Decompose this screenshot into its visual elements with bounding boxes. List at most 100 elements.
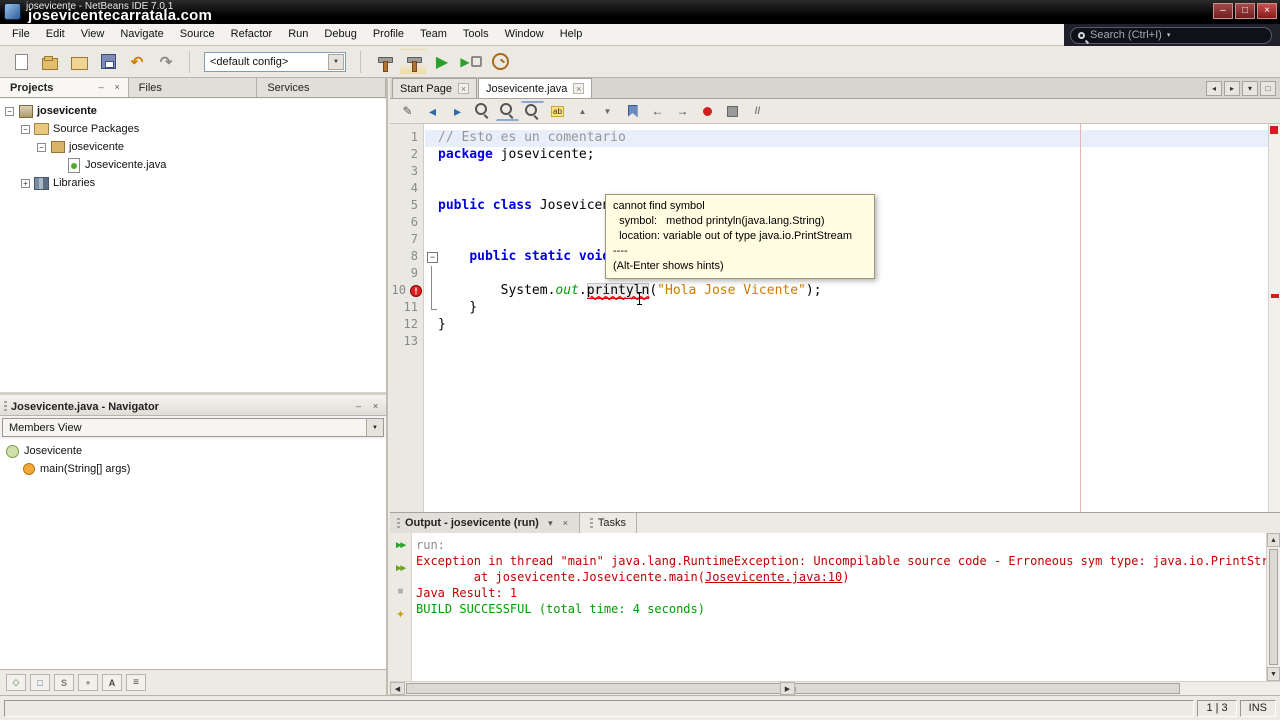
close-button[interactable]	[1257, 3, 1277, 19]
scroll-tabs-left-icon[interactable]	[1206, 81, 1222, 96]
find-previous-occurrence-button[interactable]	[521, 101, 544, 121]
profile-project-button[interactable]	[487, 49, 513, 75]
rerun-params-button[interactable]	[392, 560, 409, 576]
gutter-line[interactable]: 4	[390, 181, 423, 198]
stop-macro-recording-button[interactable]	[721, 101, 744, 121]
ant-settings-button[interactable]	[392, 606, 409, 622]
start-macro-recording-button[interactable]	[696, 101, 719, 121]
minimize-button[interactable]	[1213, 3, 1233, 19]
code-lines[interactable]: // Esto es un comentario package josevice…	[425, 124, 1268, 512]
tab-projects[interactable]: Projects – ×	[0, 78, 129, 97]
search-dropdown-icon[interactable]: ▾	[1167, 31, 1171, 39]
tree-node-source-packages[interactable]: − Source Packages	[0, 120, 386, 138]
sort-source-button[interactable]	[126, 674, 146, 691]
tree-node-josevicente[interactable]: − josevicente	[0, 102, 386, 120]
open-project-button[interactable]	[66, 49, 92, 75]
toggle-highlight-search-button[interactable]	[546, 101, 569, 121]
code-line[interactable]: }	[425, 317, 1268, 334]
close-tab-icon[interactable]: ×	[573, 83, 585, 94]
close-output-icon[interactable]	[559, 517, 572, 530]
code-line[interactable]	[425, 164, 1268, 181]
last-edit-location-button[interactable]	[396, 101, 419, 121]
fold-collapse-icon[interactable]	[425, 249, 438, 266]
close-tab-icon[interactable]: ×	[457, 83, 469, 94]
members-view-dropdown[interactable]: Members View ▼	[2, 418, 384, 437]
restore-button[interactable]	[1235, 3, 1255, 19]
close-panel-icon[interactable]: ×	[369, 400, 382, 413]
gutter-line[interactable]: 8	[390, 249, 423, 266]
menu-help[interactable]: Help	[552, 24, 591, 45]
chevron-down-icon[interactable]: ▼	[366, 419, 383, 436]
close-group-icon[interactable]: ×	[111, 81, 124, 94]
menu-view[interactable]: View	[73, 24, 113, 45]
gutter-line[interactable]: 1	[390, 130, 423, 147]
new-project-button[interactable]	[37, 49, 63, 75]
stop-build-button[interactable]	[392, 583, 409, 599]
undo-button[interactable]	[124, 49, 150, 75]
code-line[interactable]: System.out.printyln("Hola Jose Vicente")…	[425, 283, 1268, 300]
tab-list-icon[interactable]	[1242, 81, 1258, 96]
find-selection-button[interactable]	[471, 101, 494, 121]
gutter-line[interactable]: 12	[390, 317, 423, 334]
minimize-panel-icon[interactable]: –	[352, 400, 365, 413]
back-button[interactable]	[421, 101, 444, 121]
save-all-button[interactable]	[95, 49, 121, 75]
tab-services[interactable]: Services	[257, 78, 387, 97]
menu-profile[interactable]: Profile	[365, 24, 412, 45]
show-inherited-button[interactable]	[6, 674, 26, 691]
menu-source[interactable]: Source	[172, 24, 223, 45]
gutter-line[interactable]: 5	[390, 198, 423, 215]
error-stripe-global-icon[interactable]	[1270, 126, 1278, 134]
toggle-bookmark-button[interactable]	[621, 101, 644, 121]
gutter-line[interactable]: 2	[390, 147, 423, 164]
clean-build-project-button[interactable]	[400, 48, 426, 75]
scroll-right-icon[interactable]: ▶	[780, 682, 795, 695]
forward-button[interactable]	[446, 101, 469, 121]
output-options-icon[interactable]	[544, 517, 557, 530]
gutter-line[interactable]: 10!	[390, 283, 423, 300]
scroll-left-icon[interactable]: ◀	[390, 682, 405, 695]
code-line[interactable]: package josevicente;	[425, 147, 1268, 164]
code-line[interactable]: // Esto es un comentario	[425, 130, 1268, 147]
comment-lines-button[interactable]	[746, 101, 769, 121]
menu-window[interactable]: Window	[497, 24, 552, 45]
menu-edit[interactable]: Edit	[38, 24, 73, 45]
menu-run[interactable]: Run	[280, 24, 316, 45]
new-file-button[interactable]	[8, 49, 34, 75]
menu-refactor[interactable]: Refactor	[223, 24, 281, 45]
gutter-line[interactable]: 3	[390, 164, 423, 181]
scroll-down-icon[interactable]: ▼	[1267, 667, 1280, 681]
previous-bookmark-button[interactable]	[571, 101, 594, 121]
tree-node-main-string-args[interactable]: main(String[] args)	[0, 460, 386, 478]
expand-handle-icon[interactable]: +	[21, 178, 30, 188]
error-stripe-mark-icon[interactable]	[1271, 294, 1279, 298]
menu-debug[interactable]: Debug	[316, 24, 364, 45]
scroll-up-icon[interactable]: ▲	[1267, 533, 1280, 547]
sort-alpha-button[interactable]	[102, 674, 122, 691]
gutter-line[interactable]: 6	[390, 215, 423, 232]
tree-node-josevicente[interactable]: − josevicente	[0, 138, 386, 156]
tree-node-josevicente-java[interactable]: Josevicente.java	[0, 156, 386, 174]
collapse-handle-icon[interactable]: −	[21, 124, 30, 134]
code-editor[interactable]: 1 2 3 4 5 6 7 8 9 10! 11 12 13 // Esto es un comenta…	[390, 124, 1280, 512]
rerun-button[interactable]	[392, 537, 409, 553]
stacktrace-link[interactable]: Josevicente.java:10	[705, 570, 842, 584]
run-project-button[interactable]	[429, 49, 455, 75]
tab-files[interactable]: Files	[128, 78, 258, 97]
gutter-line[interactable]: 9	[390, 266, 423, 283]
editor-tab-start-page[interactable]: Start Page ×	[392, 78, 477, 98]
collapse-handle-icon[interactable]: −	[5, 106, 14, 116]
shift-line-right-button[interactable]	[671, 101, 694, 121]
gutter-line[interactable]: 11	[390, 300, 423, 317]
tasks-tab[interactable]: Tasks	[580, 513, 637, 533]
gutter-line[interactable]: 13	[390, 334, 423, 351]
shift-line-left-button[interactable]	[646, 101, 669, 121]
output-tab[interactable]: Output - josevicente (run)	[390, 513, 580, 533]
editor-gutter[interactable]: 1 2 3 4 5 6 7 8 9 10! 11 12 13	[390, 124, 424, 512]
scroll-tabs-right-icon[interactable]	[1224, 81, 1240, 96]
collapse-handle-icon[interactable]: −	[37, 142, 46, 152]
search-input[interactable]: Search (Ctrl+I) ▾	[1070, 26, 1272, 44]
gutter-line[interactable]: 7	[390, 232, 423, 249]
maximize-editor-icon[interactable]	[1260, 81, 1276, 96]
find-next-occurrence-button[interactable]	[496, 101, 519, 121]
